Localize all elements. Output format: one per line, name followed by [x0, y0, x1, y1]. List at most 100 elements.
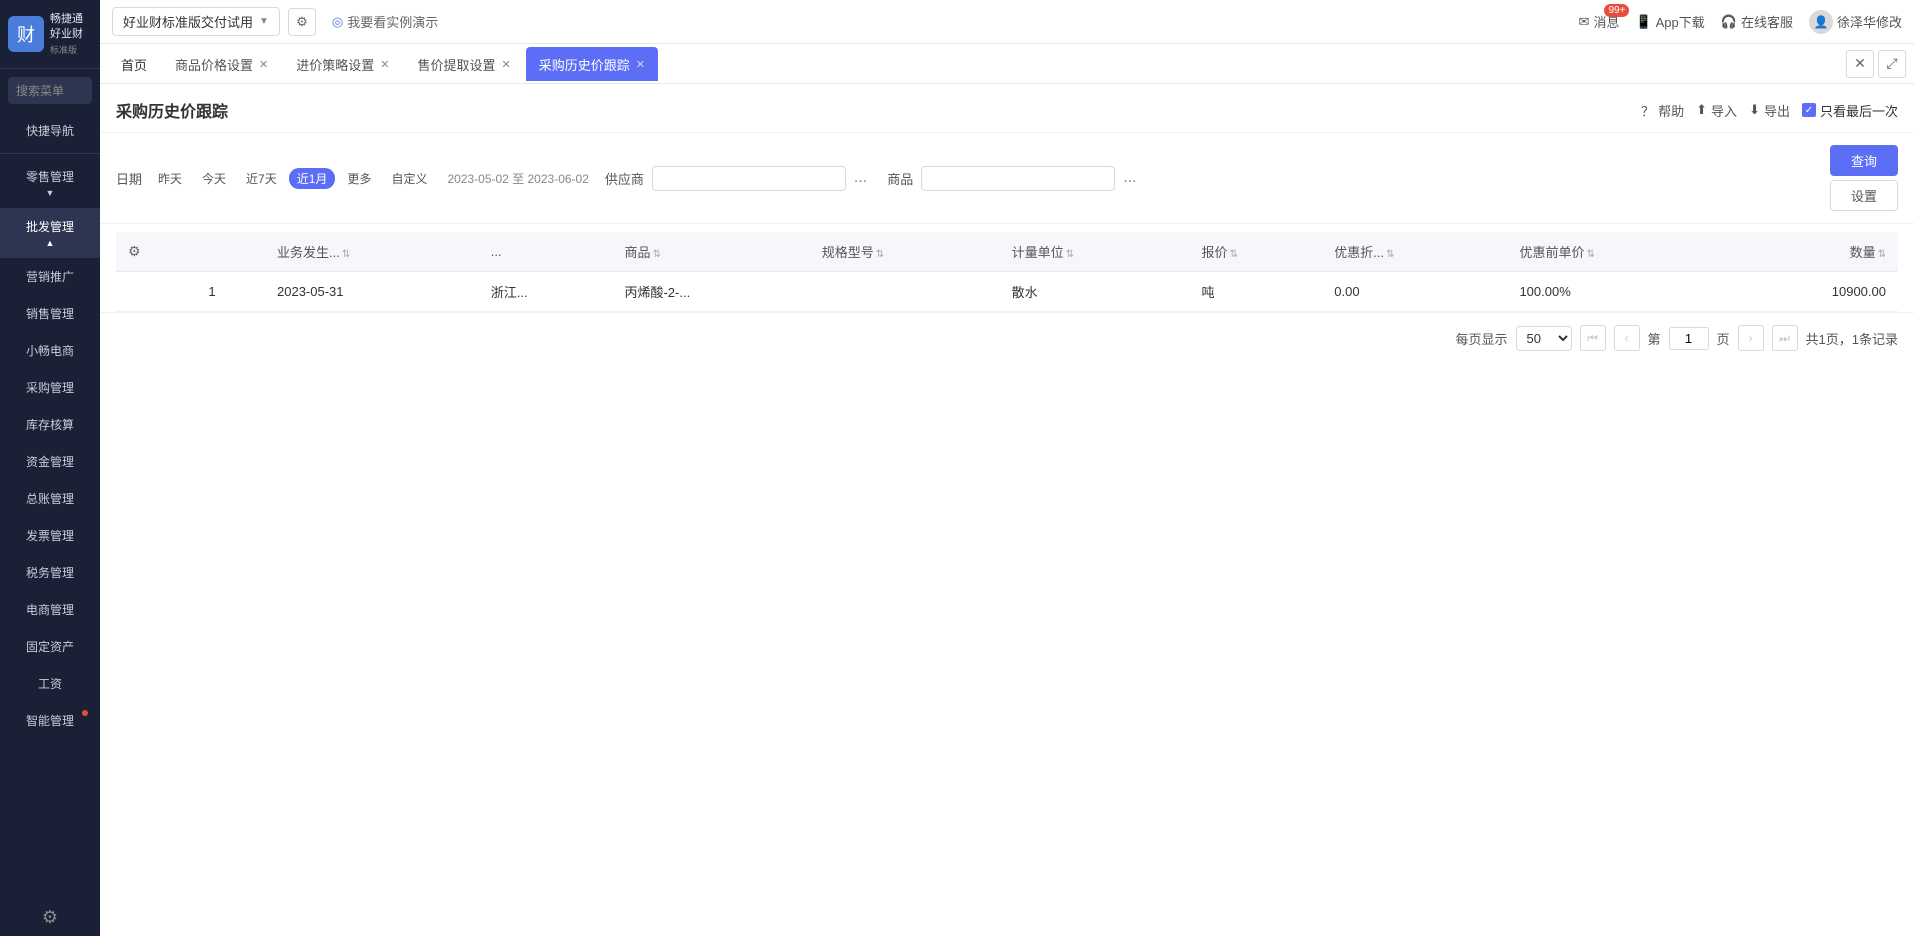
sidebar-item-purchase[interactable]: 采购管理	[0, 369, 100, 406]
online-service-button[interactable]: 🎧 在线客服	[1721, 12, 1793, 31]
search-menu-button[interactable]: 搜索菜单	[8, 77, 92, 104]
page-number-input[interactable]: 1	[1669, 327, 1709, 350]
sidebar-item-label: 销售管理	[26, 305, 74, 322]
supplier-more-icon[interactable]: ...	[850, 169, 871, 187]
next-page-button[interactable]: ›	[1738, 325, 1764, 351]
demo-icon: ◎	[332, 14, 343, 30]
cell-settings	[116, 272, 196, 312]
tab-label: 商品价格设置	[175, 55, 253, 74]
table-body: 1 2023-05-31 浙江... 丙烯酸-2-... 散水 吨 0.00 1…	[116, 272, 1898, 312]
tab-goods-price[interactable]: 商品价格设置 ✕	[162, 47, 281, 81]
tab-purchase-history[interactable]: 采购历史价跟踪 ✕	[526, 47, 658, 81]
chevron-right-icon: ▼	[46, 188, 55, 198]
sidebar-item-label: 小畅电商	[26, 342, 74, 359]
goods-input[interactable]	[921, 166, 1115, 191]
sidebar-item-smart[interactable]: 智能管理	[0, 702, 100, 739]
sidebar-item-payroll[interactable]: 工资	[0, 665, 100, 702]
checkbox-checked-icon: ✓	[1802, 103, 1816, 117]
help-button[interactable]: ？ 帮助	[1641, 101, 1684, 120]
export-button[interactable]: ⬇ 导出	[1749, 101, 1790, 120]
date-option-1month[interactable]: 近1月	[289, 168, 336, 189]
sort-icon: ⇅	[1066, 249, 1074, 260]
th-quantity: 数量⇅	[1726, 232, 1898, 272]
data-table: ⚙ 业务发生...⇅ ... 商品⇅	[116, 232, 1898, 312]
topbar: 好业财标准版交付试用 ▼ ⚙ ◎ 我要看实例演示 ✉ 消息 99+ 📱 App下…	[100, 0, 1914, 44]
chevron-down-icon: ▼	[259, 16, 269, 27]
tab-price-extract[interactable]: 售价提取设置 ✕	[404, 47, 523, 81]
cell-business-date: 2023-05-31	[265, 272, 479, 312]
supplier-input-wrapper: ...	[652, 166, 871, 191]
sidebar-item-ledger[interactable]: 总账管理	[0, 480, 100, 517]
sidebar-item-wholesale[interactable]: 批发管理 ▲	[0, 208, 100, 258]
user-menu[interactable]: 👤 徐泽华修改	[1809, 10, 1902, 34]
sidebar-item-finance[interactable]: 资金管理	[0, 443, 100, 480]
demo-link[interactable]: ◎ 我要看实例演示	[332, 12, 438, 31]
table-header: ⚙ 业务发生...⇅ ... 商品⇅	[116, 232, 1898, 272]
tab-close-icon[interactable]: ✕	[259, 58, 268, 71]
import-label: 导入	[1711, 101, 1737, 120]
sidebar: 财 畅捷通好业财 标准版 搜索菜单 快捷导航 零售管理 ▼ 批发管理 ▲ 营销推…	[0, 0, 100, 936]
tab-close-icon[interactable]: ✕	[502, 58, 511, 71]
th-goods: 商品⇅	[612, 232, 809, 272]
query-button[interactable]: 查询	[1830, 145, 1898, 176]
tab-purchase-strategy[interactable]: 进价策略设置 ✕	[283, 47, 402, 81]
date-option-custom[interactable]: 自定义	[383, 168, 435, 189]
th-discount: 优惠折...⇅	[1322, 232, 1507, 272]
goods-more-icon[interactable]: ...	[1119, 169, 1140, 187]
date-option-more[interactable]: 更多	[339, 168, 379, 189]
logo-icon: 财	[8, 16, 44, 52]
only-last-checkbox[interactable]: ✓ 只看最后一次	[1802, 101, 1898, 120]
settings-button[interactable]: 设置	[1830, 180, 1898, 211]
tab-home[interactable]: 首页	[108, 47, 160, 81]
column-settings-icon[interactable]: ⚙	[128, 243, 141, 259]
supplier-filter-group: 供应商 ...	[605, 166, 871, 191]
tab-close-icon[interactable]: ✕	[636, 58, 645, 71]
tab-label: 售价提取设置	[417, 55, 495, 74]
supplier-input[interactable]	[652, 166, 846, 191]
tab-label: 进价策略设置	[296, 55, 374, 74]
topbar-settings-button[interactable]: ⚙	[288, 8, 316, 36]
sidebar-item-tax[interactable]: 税务管理	[0, 554, 100, 591]
maximize-tab-button[interactable]: ⤢	[1878, 50, 1906, 78]
settings-gear-icon[interactable]: ⚙	[42, 907, 58, 927]
tab-close-icon[interactable]: ✕	[380, 58, 389, 71]
sidebar-item-label: 税务管理	[26, 564, 74, 581]
date-option-yesterday[interactable]: 昨天	[150, 168, 190, 189]
messages-button[interactable]: ✉ 消息 99+	[1579, 12, 1620, 31]
demo-label: 我要看实例演示	[347, 12, 438, 31]
last-page-button[interactable]: ⏭	[1772, 325, 1798, 351]
sidebar-item-invoice[interactable]: 发票管理	[0, 517, 100, 554]
per-page-select[interactable]: 50 100 200	[1516, 326, 1572, 351]
version-selector[interactable]: 好业财标准版交付试用 ▼	[112, 7, 280, 36]
first-page-button[interactable]: ⏮	[1580, 325, 1606, 351]
messages-badge: 99+	[1604, 4, 1629, 17]
sidebar-item-sales[interactable]: 销售管理	[0, 295, 100, 332]
app-download-button[interactable]: 📱 App下载	[1635, 12, 1704, 31]
tabbar-controls: ✕ ⤢	[1846, 50, 1906, 78]
sidebar-item-inventory[interactable]: 库存核算	[0, 406, 100, 443]
goods-filter-label: 商品	[887, 169, 913, 188]
sidebar-item-label: 智能管理	[26, 712, 74, 729]
th-more: ...	[479, 232, 613, 272]
version-selector-text: 好业财标准版交付试用	[123, 12, 253, 31]
sidebar-item-label: 库存核算	[26, 416, 74, 433]
date-filter-group: 日期 昨天 今天 近7天 近1月 更多 自定义 2023-05-02 至 202…	[116, 168, 589, 189]
import-button[interactable]: ⬆ 导入	[1696, 101, 1737, 120]
prev-page-button[interactable]: ‹	[1614, 325, 1640, 351]
user-avatar: 👤	[1809, 10, 1833, 34]
sidebar-item-ecommerce-small[interactable]: 小畅电商	[0, 332, 100, 369]
app-edition: 标准版	[50, 43, 92, 56]
sort-icon: ⇅	[1386, 249, 1394, 260]
sidebar-item-ecommerce[interactable]: 电商管理	[0, 591, 100, 628]
close-tab-button[interactable]: ✕	[1846, 50, 1874, 78]
filter-action-buttons: 查询 设置	[1830, 145, 1898, 211]
date-option-today[interactable]: 今天	[194, 168, 234, 189]
sidebar-item-retail[interactable]: 零售管理 ▼	[0, 158, 100, 208]
sidebar-item-marketing[interactable]: 营销推广	[0, 258, 100, 295]
sidebar-item-fixed-assets[interactable]: 固定资产	[0, 628, 100, 665]
sidebar-item-quick-nav[interactable]: 快捷导航	[0, 112, 100, 149]
date-option-7days[interactable]: 近7天	[238, 168, 285, 189]
app-logo: 财 畅捷通好业财 标准版	[0, 0, 100, 69]
chevron-up-icon: ▲	[46, 238, 55, 248]
sidebar-item-label: 零售管理	[26, 168, 74, 185]
